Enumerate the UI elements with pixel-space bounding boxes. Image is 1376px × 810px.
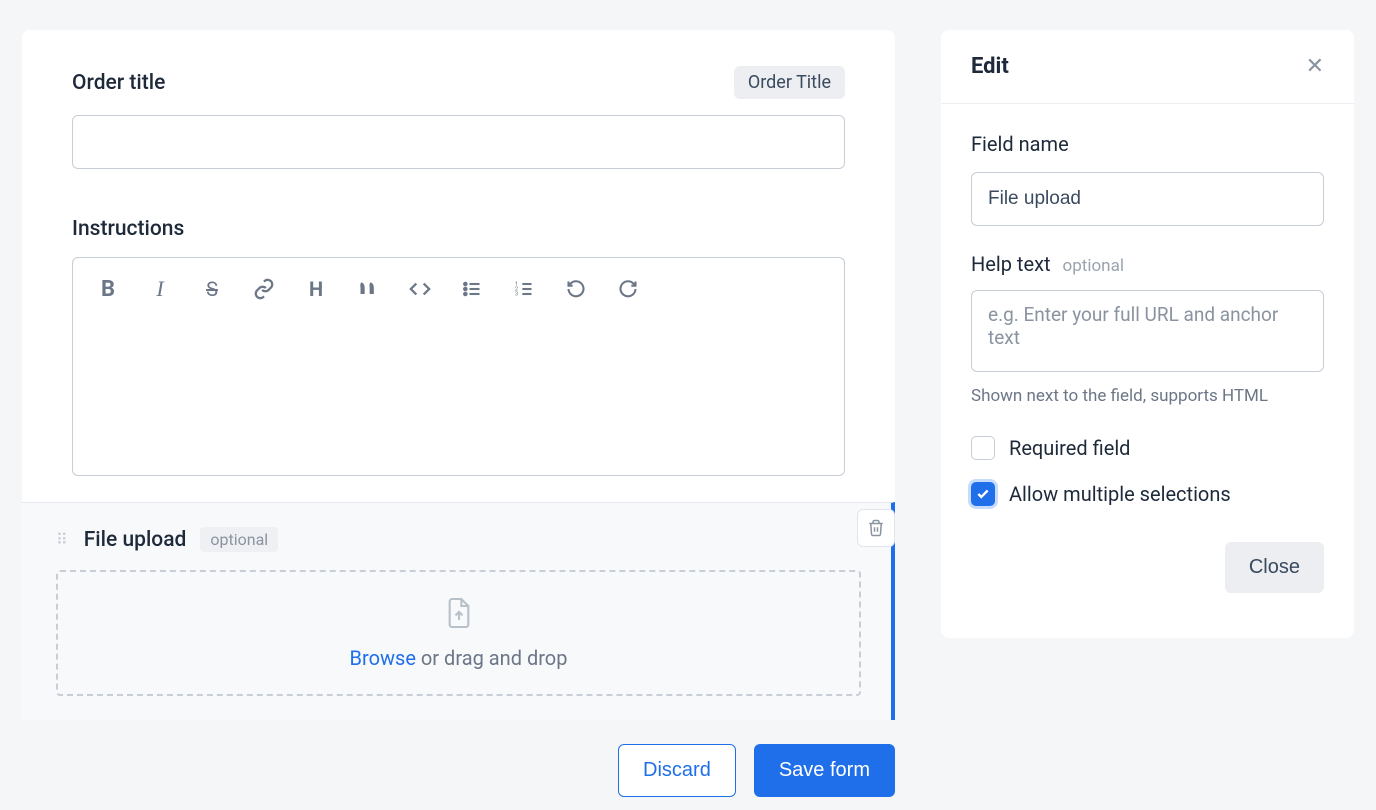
save-form-button[interactable]: Save form xyxy=(754,744,895,797)
editor-toolbar: B I S H xyxy=(72,257,845,320)
required-field-checkbox[interactable] xyxy=(971,436,995,460)
required-field-label: Required field xyxy=(1009,436,1130,460)
close-button[interactable]: Close xyxy=(1225,542,1324,593)
file-upload-title: File upload xyxy=(84,528,187,552)
heading-icon[interactable]: H xyxy=(305,277,327,301)
order-title-badge: Order Title xyxy=(734,66,845,99)
form-builder-card: Order title Order Title Instructions B I… xyxy=(22,30,895,720)
close-icon[interactable]: ✕ xyxy=(1306,54,1324,79)
dropzone-text: Browse or drag and drop xyxy=(350,646,568,670)
order-title-input[interactable] xyxy=(72,115,845,169)
help-text-input[interactable] xyxy=(971,290,1324,372)
quote-icon[interactable] xyxy=(357,279,379,299)
svg-text:3: 3 xyxy=(515,292,518,298)
italic-icon[interactable]: I xyxy=(149,276,171,302)
help-text-hint: Shown next to the field, supports HTML xyxy=(971,386,1324,406)
allow-multiple-checkbox[interactable] xyxy=(971,482,995,506)
field-name-label: Field name xyxy=(971,132,1324,156)
link-icon[interactable] xyxy=(253,278,275,300)
bold-icon[interactable]: B xyxy=(97,277,119,302)
instructions-editor[interactable] xyxy=(72,320,845,476)
instructions-label: Instructions xyxy=(72,217,845,241)
discard-button[interactable]: Discard xyxy=(618,744,736,797)
delete-field-button[interactable] xyxy=(857,509,895,547)
file-upload-section[interactable]: ⠿ File upload optional Browse or drag an… xyxy=(22,502,895,720)
order-title-label: Order title xyxy=(72,71,165,95)
undo-icon[interactable] xyxy=(565,279,587,299)
bullet-list-icon[interactable] xyxy=(461,279,483,299)
redo-icon[interactable] xyxy=(617,279,639,299)
edit-panel-title: Edit xyxy=(971,54,1009,79)
edit-panel: Edit ✕ Field name Help text optional Sho… xyxy=(941,30,1354,638)
file-dropzone[interactable]: Browse or drag and drop xyxy=(56,570,861,696)
browse-link[interactable]: Browse xyxy=(350,646,416,670)
optional-badge: optional xyxy=(200,527,278,552)
strikethrough-icon[interactable]: S xyxy=(201,277,223,301)
file-upload-icon xyxy=(445,596,473,634)
help-text-label: Help text xyxy=(971,252,1051,276)
drag-handle-icon[interactable]: ⠿ xyxy=(56,536,70,544)
help-text-optional: optional xyxy=(1063,256,1124,276)
code-icon[interactable] xyxy=(409,278,431,300)
allow-multiple-label: Allow multiple selections xyxy=(1009,482,1231,506)
field-name-input[interactable] xyxy=(971,172,1324,226)
numbered-list-icon[interactable]: 123 xyxy=(513,279,535,299)
form-actions: Discard Save form xyxy=(22,720,895,797)
